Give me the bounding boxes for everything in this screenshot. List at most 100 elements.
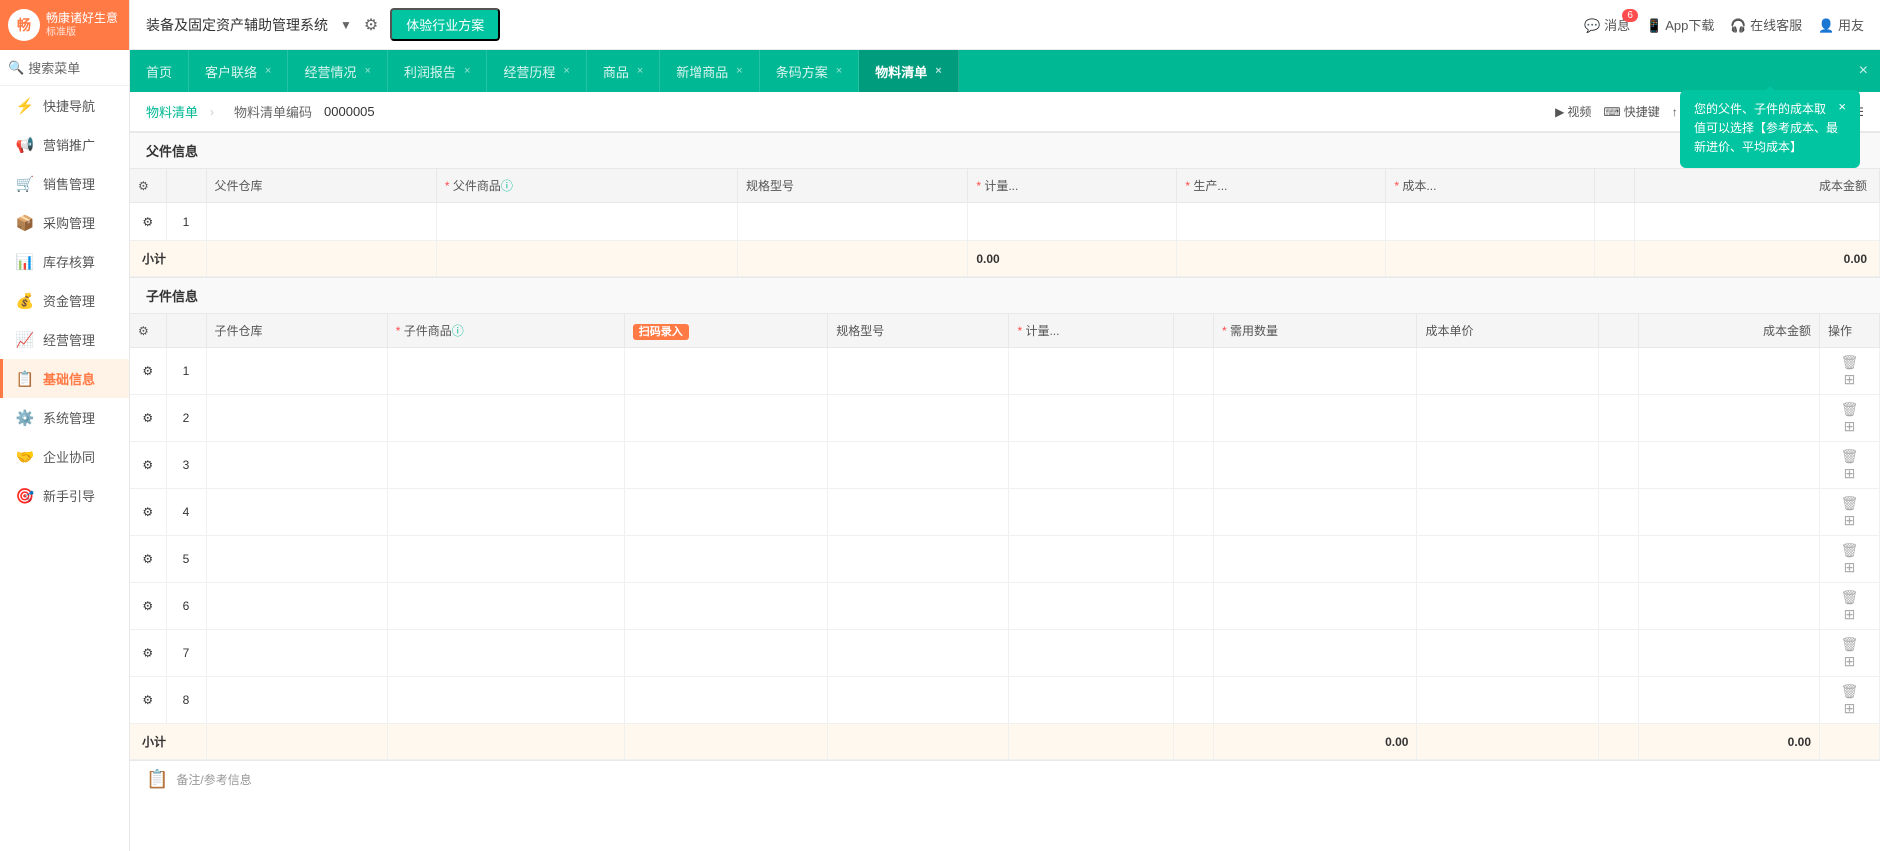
sidebar-item-guide[interactable]: 🎯 新手引导 xyxy=(0,476,129,515)
sidebar-item-purchase[interactable]: 📦 采购管理 xyxy=(0,203,129,242)
tab-goods[interactable]: 商品 × xyxy=(587,50,660,92)
child-row-spec[interactable] xyxy=(828,583,1009,630)
tab-close-history[interactable]: × xyxy=(563,65,569,77)
delete-icon[interactable]: 🗑 xyxy=(1838,542,1862,558)
video-button[interactable]: ▶ 视频 xyxy=(1555,103,1591,120)
delete-icon[interactable]: 🗑 xyxy=(1838,401,1862,417)
child-row-unit-price[interactable] xyxy=(1417,395,1598,442)
child-row-qty[interactable] xyxy=(1213,630,1417,677)
child-row-settings[interactable]: ⚙ xyxy=(130,536,166,583)
child-row-warehouse[interactable] xyxy=(206,583,387,630)
child-row-warehouse[interactable] xyxy=(206,630,387,677)
tab-home[interactable]: 首页 xyxy=(130,50,189,92)
child-row-unit-price[interactable] xyxy=(1417,677,1598,724)
child-row-unit-price[interactable] xyxy=(1417,630,1598,677)
sidebar-item-marketing[interactable]: 📢 营销推广 xyxy=(0,125,129,164)
child-row-qty[interactable] xyxy=(1213,395,1417,442)
child-row-warehouse[interactable] xyxy=(206,348,387,395)
tab-profit[interactable]: 利润报告 × xyxy=(388,50,487,92)
parent-row-settings[interactable]: ⚙ xyxy=(130,203,166,241)
sidebar-item-quick-nav[interactable]: ⚡ 快捷导航 xyxy=(0,86,129,125)
child-row-warehouse[interactable] xyxy=(206,677,387,724)
child-row-goods[interactable] xyxy=(387,677,624,724)
child-row-spec[interactable] xyxy=(828,536,1009,583)
app-download[interactable]: 📱 App下载 xyxy=(1646,15,1714,34)
sidebar-item-finance[interactable]: 💰 资金管理 xyxy=(0,281,129,320)
child-row-unit-price[interactable] xyxy=(1417,489,1598,536)
tab-operation[interactable]: 经营情况 × xyxy=(288,50,387,92)
message-badge[interactable]: 💬 消息 6 xyxy=(1584,15,1630,34)
breadcrumb-parent[interactable]: 物料清单 xyxy=(146,102,198,121)
sidebar-search[interactable]: 🔍 搜索菜单 xyxy=(0,50,129,86)
tab-new-goods[interactable]: 新增商品 × xyxy=(660,50,759,92)
child-row-goods[interactable] xyxy=(387,630,624,677)
child-row-warehouse[interactable] xyxy=(206,489,387,536)
tab-close-goods[interactable]: × xyxy=(637,65,643,77)
child-row-settings[interactable]: ⚙ xyxy=(130,583,166,630)
delete-icon[interactable]: 🗑 xyxy=(1838,354,1862,370)
copy-icon[interactable]: ⊞ xyxy=(1841,653,1859,669)
copy-icon[interactable]: ⊞ xyxy=(1841,700,1859,716)
tab-history[interactable]: 经营历程 × xyxy=(487,50,586,92)
child-row-unit-price[interactable] xyxy=(1417,442,1598,489)
copy-icon[interactable]: ⊞ xyxy=(1841,559,1859,575)
delete-icon[interactable]: 🗑 xyxy=(1838,495,1862,511)
copy-icon[interactable]: ⊞ xyxy=(1841,512,1859,528)
child-row-settings[interactable]: ⚙ xyxy=(130,442,166,489)
child-row-spec[interactable] xyxy=(828,677,1009,724)
sidebar-item-enterprise[interactable]: 🤝 企业协同 xyxy=(0,437,129,476)
tab-close-new-goods[interactable]: × xyxy=(736,65,742,77)
child-row-qty[interactable] xyxy=(1213,677,1417,724)
child-row-unit[interactable] xyxy=(1009,348,1174,395)
copy-icon[interactable]: ⊞ xyxy=(1841,606,1859,622)
child-row-goods[interactable] xyxy=(387,348,624,395)
system-dropdown[interactable]: ▼ xyxy=(340,18,352,32)
sidebar-item-operation[interactable]: 📈 经营管理 xyxy=(0,320,129,359)
child-row-spec[interactable] xyxy=(828,395,1009,442)
online-service[interactable]: 🎧 在线客服 xyxy=(1730,15,1802,34)
parent-row-production[interactable] xyxy=(1177,203,1386,241)
child-row-goods[interactable] xyxy=(387,395,624,442)
tab-close-profit[interactable]: × xyxy=(464,65,470,77)
delete-icon[interactable]: 🗑 xyxy=(1838,589,1862,605)
sidebar-item-inventory[interactable]: 📊 库存核算 xyxy=(0,242,129,281)
child-row-settings[interactable]: ⚙ xyxy=(130,630,166,677)
sidebar-item-sales[interactable]: 🛒 销售管理 xyxy=(0,164,129,203)
trial-button[interactable]: 体验行业方案 xyxy=(390,8,500,41)
child-row-unit-price[interactable] xyxy=(1417,536,1598,583)
child-row-goods[interactable] xyxy=(387,442,624,489)
child-row-unit[interactable] xyxy=(1009,677,1174,724)
child-row-unit[interactable] xyxy=(1009,442,1174,489)
child-row-unit[interactable] xyxy=(1009,395,1174,442)
global-close-icon[interactable]: × xyxy=(1847,62,1880,80)
parent-row-cost[interactable] xyxy=(1386,203,1595,241)
child-row-qty[interactable] xyxy=(1213,489,1417,536)
child-row-unit[interactable] xyxy=(1009,489,1174,536)
child-row-settings[interactable]: ⚙ xyxy=(130,395,166,442)
child-row-unit[interactable] xyxy=(1009,630,1174,677)
tooltip-close-button[interactable]: × xyxy=(1838,100,1846,113)
shortcut-button[interactable]: ⌨ 快捷键 xyxy=(1603,103,1659,120)
child-row-settings[interactable]: ⚙ xyxy=(130,348,166,395)
copy-icon[interactable]: ⊞ xyxy=(1841,418,1859,434)
child-row-unit[interactable] xyxy=(1009,583,1174,630)
user-area[interactable]: 👤 用友 xyxy=(1818,15,1864,34)
parent-row-spec[interactable] xyxy=(738,203,968,241)
copy-icon[interactable]: ⊞ xyxy=(1841,371,1859,387)
child-row-qty[interactable] xyxy=(1213,583,1417,630)
copy-icon[interactable]: ⊞ xyxy=(1841,465,1859,481)
sidebar-item-system[interactable]: ⚙️ 系统管理 xyxy=(0,398,129,437)
child-row-settings[interactable]: ⚙ xyxy=(130,677,166,724)
tab-close-customer[interactable]: × xyxy=(265,65,271,77)
scan-badge[interactable]: 扫码录入 xyxy=(633,324,689,340)
child-row-unit[interactable] xyxy=(1009,536,1174,583)
child-row-qty[interactable] xyxy=(1213,442,1417,489)
tab-barcode[interactable]: 条码方案 × xyxy=(760,50,859,92)
delete-icon[interactable]: 🗑 xyxy=(1838,448,1862,464)
delete-icon[interactable]: 🗑 xyxy=(1838,683,1862,699)
delete-icon[interactable]: 🗑 xyxy=(1838,636,1862,652)
child-row-warehouse[interactable] xyxy=(206,442,387,489)
parent-row-warehouse[interactable] xyxy=(206,203,436,241)
tab-close-operation[interactable]: × xyxy=(364,65,370,77)
child-row-settings[interactable]: ⚙ xyxy=(130,489,166,536)
